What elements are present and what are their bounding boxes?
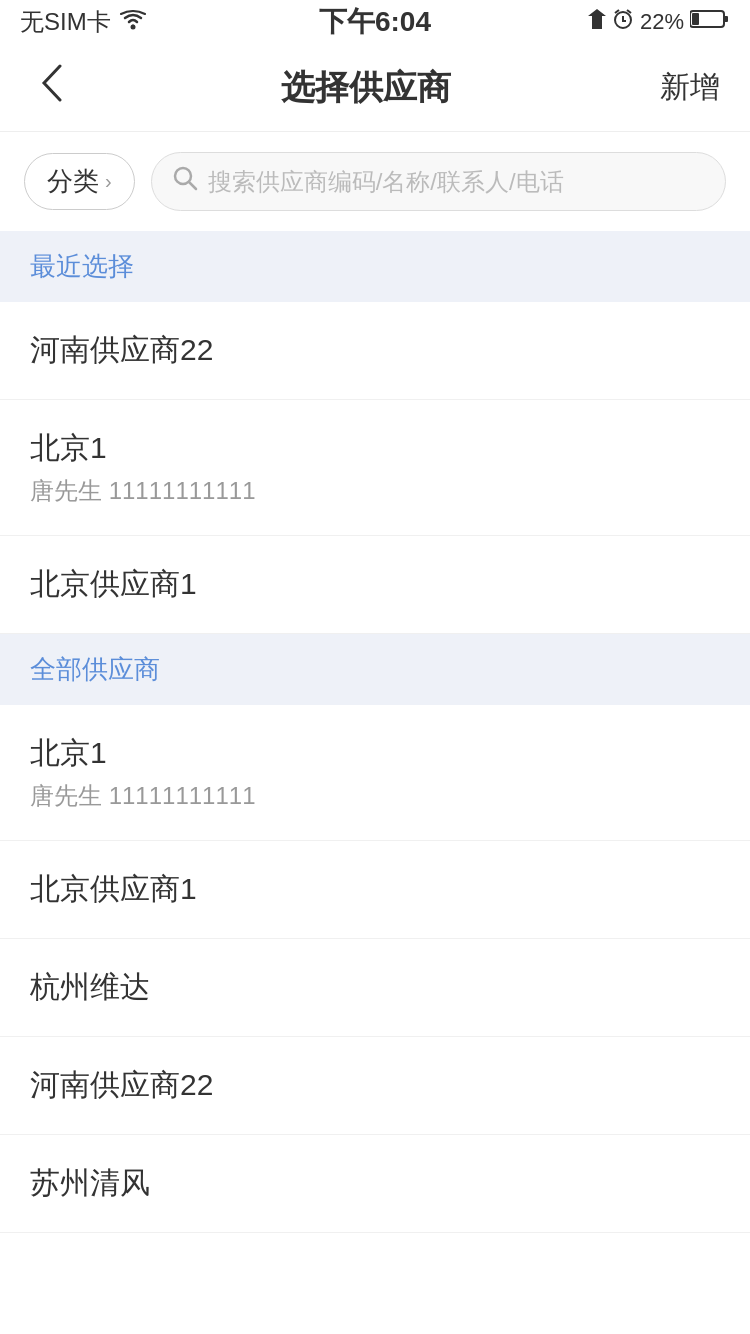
status-time: 下午6:04 <box>319 3 431 41</box>
item-sub: 唐先生 11111111111 <box>30 780 720 812</box>
battery-icon <box>690 9 730 35</box>
list-item[interactable]: 河南供应商22 <box>0 302 750 400</box>
list-item[interactable]: 河南供应商22 <box>0 1037 750 1135</box>
list-item[interactable]: 苏州清风 <box>0 1135 750 1233</box>
category-button[interactable]: 分类 › <box>24 153 135 210</box>
status-right: 22% <box>588 8 730 36</box>
alarm-icon <box>612 8 634 36</box>
nav-bar: 选择供应商 新增 <box>0 44 750 132</box>
list-item[interactable]: 杭州维达 <box>0 939 750 1037</box>
item-name: 北京供应商1 <box>30 564 720 605</box>
status-left: 无SIM卡 <box>20 6 147 38</box>
filter-bar: 分类 › 搜索供应商编码/名称/联系人/电话 <box>0 132 750 231</box>
item-name: 北京1 <box>30 428 720 469</box>
item-name: 苏州清风 <box>30 1163 720 1204</box>
recent-list: 河南供应商22 北京1 唐先生 11111111111 北京供应商1 <box>0 302 750 634</box>
search-icon <box>172 165 198 198</box>
list-item[interactable]: 北京1 唐先生 11111111111 <box>0 705 750 841</box>
item-name: 北京1 <box>30 733 720 774</box>
svg-rect-3 <box>724 16 728 22</box>
search-box[interactable]: 搜索供应商编码/名称/联系人/电话 <box>151 152 726 211</box>
item-name: 北京供应商1 <box>30 869 720 910</box>
recent-section-header: 最近选择 <box>0 231 750 302</box>
wifi-icon <box>119 8 147 36</box>
list-item[interactable]: 北京1 唐先生 11111111111 <box>0 400 750 536</box>
list-item[interactable]: 北京供应商1 <box>0 841 750 939</box>
svg-rect-4 <box>692 13 699 25</box>
status-bar: 无SIM卡 下午6:04 22% <box>0 0 750 44</box>
chevron-right-icon: › <box>105 170 112 193</box>
item-name: 杭州维达 <box>30 967 720 1008</box>
all-list: 北京1 唐先生 11111111111 北京供应商1 杭州维达河南供应商22 苏州清风 <box>0 705 750 1233</box>
svg-point-0 <box>130 25 135 30</box>
battery-percent: 22% <box>640 9 684 35</box>
item-name: 河南供应商22 <box>30 330 720 371</box>
page-title: 选择供应商 <box>281 65 451 111</box>
item-name: 河南供应商22 <box>30 1065 720 1106</box>
item-sub: 唐先生 11111111111 <box>30 475 720 507</box>
all-section-header: 全部供应商 <box>0 634 750 705</box>
back-button[interactable] <box>30 54 72 121</box>
search-placeholder: 搜索供应商编码/名称/联系人/电话 <box>208 166 564 198</box>
list-item[interactable]: 北京供应商1 <box>0 536 750 634</box>
no-sim-text: 无SIM卡 <box>20 6 111 38</box>
location-icon <box>588 9 606 35</box>
add-button[interactable]: 新增 <box>660 67 720 108</box>
category-label: 分类 <box>47 164 99 199</box>
